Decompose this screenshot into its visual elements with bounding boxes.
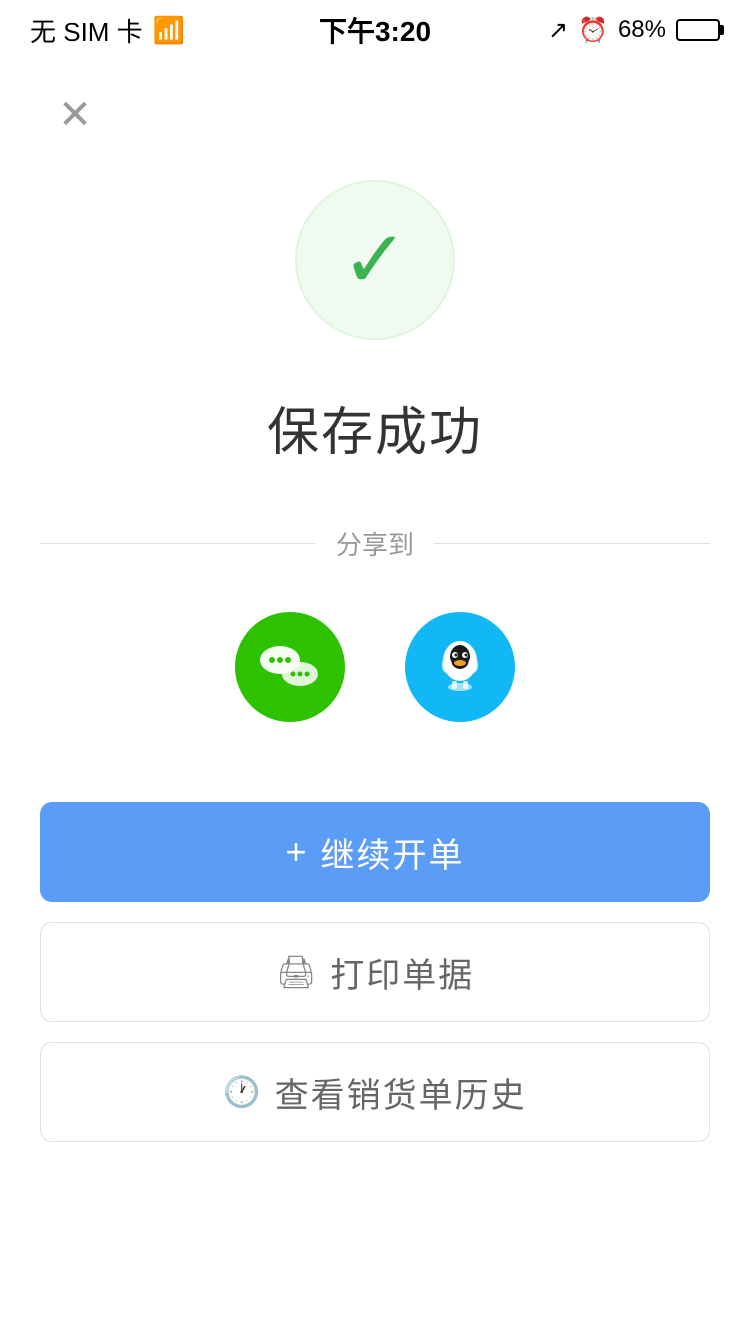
qq-share-button[interactable] [405,612,515,722]
divider-right [434,543,710,544]
status-right: ↗ ⏰ 68% [548,16,720,45]
history-button-text: 查看销货单历史 [275,1068,527,1117]
status-time: 下午3:20 [319,10,431,50]
alarm-icon: ⏰ [578,16,608,45]
divider-left [40,543,316,544]
continue-button-text: 继续开单 [321,828,465,877]
location-icon: ↗ [548,16,568,45]
action-buttons: + 继续开单 🖨 打印单据 🕐 查看销货单历史 [40,802,710,1142]
print-icon: 🖨 [276,953,317,991]
status-left: 无 SIM 卡 📶 [30,12,185,49]
close-icon: ✕ [58,95,92,135]
close-button-row: ✕ [40,60,710,180]
wechat-share-button[interactable] [235,612,345,722]
no-sim-label: 无 SIM 卡 [30,12,143,49]
continue-button[interactable]: + 继续开单 [40,802,710,902]
success-title: 保存成功 [267,390,483,465]
print-button-text: 打印单据 [330,948,474,997]
share-label: 分享到 [336,525,414,562]
qq-icon [433,635,487,699]
history-button[interactable]: 🕐 查看销货单历史 [40,1042,710,1142]
history-icon: 🕐 [223,1075,260,1110]
battery-percentage: 68% [618,16,666,44]
success-circle: ✓ [295,180,455,340]
battery-bar [676,19,720,41]
wifi-icon: 📶 [153,15,185,46]
close-button[interactable]: ✕ [50,90,100,140]
plus-icon: + [285,831,306,873]
main-content: ✕ ✓ 保存成功 分享到 [0,60,750,1142]
wechat-icon [258,640,322,694]
status-bar: 无 SIM 卡 📶 下午3:20 ↗ ⏰ 68% [0,0,750,60]
print-button[interactable]: 🖨 打印单据 [40,922,710,1022]
share-divider-row: 分享到 [40,525,710,562]
share-icons-row [235,612,515,722]
checkmark-icon: ✓ [341,220,408,300]
